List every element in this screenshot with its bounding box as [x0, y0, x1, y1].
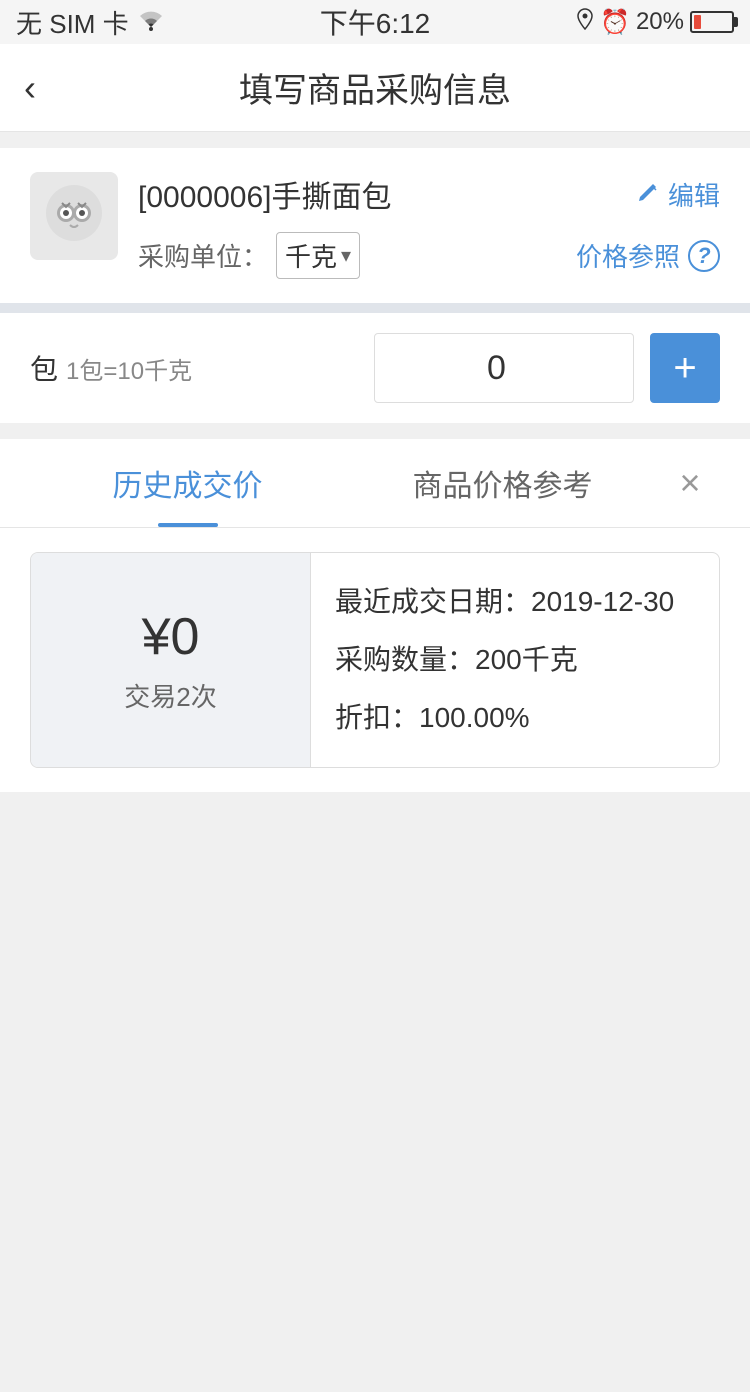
edit-label: 编辑 — [668, 176, 720, 213]
tab-reference[interactable]: 商品价格参考 — [345, 439, 660, 527]
recent-date-value: 2019-12-30 — [531, 586, 674, 617]
status-right: ⏰ 20% — [576, 8, 734, 37]
tabs-header: 历史成交价 商品价格参考 × — [0, 439, 750, 527]
tab-history[interactable]: 历史成交价 — [30, 439, 345, 527]
nav-bar: ‹ 填写商品采购信息 — [0, 44, 750, 132]
edit-button[interactable]: 编辑 — [636, 176, 720, 213]
quantity-input-area: + — [212, 333, 720, 403]
product-info: [0000006]手撕面包 编辑 采购单位： 千克 ▾ — [138, 172, 720, 279]
history-transactions: 交易2次 — [124, 677, 216, 714]
bottom-space — [0, 792, 750, 1392]
wifi-icon — [137, 7, 165, 38]
price-ref-label: 价格参照 — [576, 237, 680, 274]
quantity-value: 200千克 — [475, 644, 578, 675]
history-left: ¥0 交易2次 — [31, 553, 311, 767]
tabs-area: 历史成交价 商品价格参考 × — [0, 439, 750, 528]
gray-separator — [0, 303, 750, 313]
product-name: [0000006]手撕面包 — [138, 172, 391, 216]
carrier-text: 无 SIM 卡 — [16, 4, 129, 41]
tab-close-button[interactable]: × — [660, 453, 720, 513]
recent-date-label: 最近成交日期： — [335, 586, 531, 617]
product-header: [0000006]手撕面包 编辑 采购单位： 千克 ▾ — [30, 172, 720, 279]
unit-dropdown-arrow: ▾ — [341, 243, 351, 268]
price-ref-icon: ? — [688, 240, 720, 272]
discount-label: 折扣： — [335, 702, 419, 733]
alarm-icon: ⏰ — [600, 8, 630, 37]
history-price: ¥0 — [142, 607, 200, 667]
tab-reference-label: 商品价格参考 — [413, 461, 593, 505]
page-title: 填写商品采购信息 — [239, 63, 511, 112]
price-ref-button[interactable]: 价格参照 ? — [576, 237, 720, 274]
quantity-unit-hint: 1包=10千克 — [66, 351, 192, 386]
unit-select[interactable]: 千克 ▾ — [276, 232, 360, 279]
status-time: 下午6:12 — [320, 2, 431, 42]
history-right: 最近成交日期：2019-12-30 采购数量：200千克 折扣：100.00% — [311, 553, 719, 767]
quantity-label-text: 采购数量： — [335, 644, 475, 675]
discount-value: 100.00% — [419, 702, 530, 733]
history-discount: 折扣：100.00% — [335, 697, 695, 739]
product-title-row: [0000006]手撕面包 编辑 — [138, 172, 720, 216]
status-bar: 无 SIM 卡 下午6:12 ⏰ 20% — [0, 0, 750, 44]
plus-icon: + — [673, 346, 696, 391]
status-carrier: 无 SIM 卡 — [16, 4, 165, 41]
history-recent-date: 最近成交日期：2019-12-30 — [335, 581, 695, 623]
battery-fill — [694, 15, 701, 29]
quantity-label: 包 1包=10千克 — [30, 348, 192, 388]
quantity-input[interactable] — [374, 333, 634, 403]
battery-text: 20% — [636, 8, 684, 36]
product-image-placeholder — [44, 183, 104, 250]
product-unit-row: 采购单位： 千克 ▾ 价格参照 ? — [138, 232, 720, 279]
tab-history-label: 历史成交价 — [113, 461, 263, 505]
quantity-unit-label: 包 — [30, 348, 58, 388]
tab-history-underline — [158, 523, 218, 527]
product-card: [0000006]手撕面包 编辑 采购单位： 千克 ▾ — [0, 148, 750, 303]
history-card: ¥0 交易2次 最近成交日期：2019-12-30 采购数量：200千克 折扣：… — [30, 552, 720, 768]
battery-icon — [690, 11, 734, 33]
price-ref-icon-text: ? — [697, 243, 710, 269]
unit-label-text: 采购单位： — [138, 237, 268, 274]
location-icon — [576, 8, 594, 37]
unit-value: 千克 — [285, 237, 337, 274]
history-quantity: 采购数量：200千克 — [335, 639, 695, 681]
unit-label: 采购单位： 千克 ▾ — [138, 232, 360, 279]
quantity-row: 包 1包=10千克 + — [0, 313, 750, 423]
quantity-plus-button[interactable]: + — [650, 333, 720, 403]
history-content: ¥0 交易2次 最近成交日期：2019-12-30 采购数量：200千克 折扣：… — [0, 528, 750, 792]
product-thumbnail — [30, 172, 118, 260]
back-button[interactable]: ‹ — [24, 57, 46, 119]
